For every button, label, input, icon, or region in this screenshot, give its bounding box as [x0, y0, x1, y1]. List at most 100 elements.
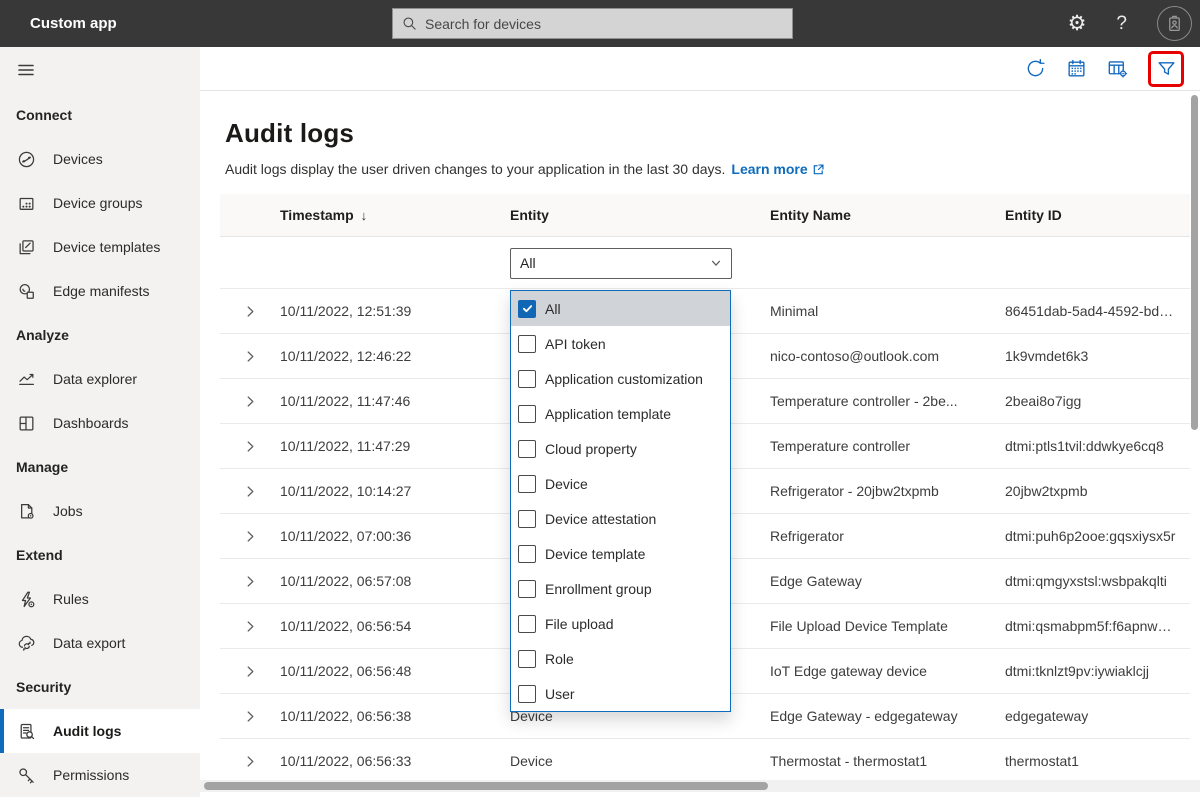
row-expand-chevron-icon[interactable] [243, 754, 258, 769]
sidebar-item-rules[interactable]: Rules [0, 577, 200, 621]
settings-gear-icon[interactable]: ⚙ [1068, 13, 1087, 34]
cell-entity-name: Refrigerator - 20jbw2txpmb [770, 483, 939, 499]
search-input[interactable] [425, 15, 783, 32]
entity-filter-dropdown: All API token Application customization App… [510, 290, 731, 712]
column-header-entity-id[interactable]: Entity ID [1005, 207, 1190, 223]
option-checkbox[interactable] [518, 334, 536, 353]
combobox-value: All [520, 255, 536, 271]
table-row[interactable]: 10/11/2022, 06:56:33 Device Thermostat - t… [220, 738, 1190, 783]
cell-timestamp: 10/11/2022, 12:46:22 [280, 348, 412, 364]
page-description: Audit logs display the user driven chang… [225, 161, 726, 177]
sidebar-item-device-groups[interactable]: Device groups [0, 181, 200, 225]
option-checkbox[interactable] [518, 474, 536, 493]
option-label: Cloud property [545, 440, 637, 457]
entity-filter-option-device-template[interactable]: Device template [511, 536, 730, 571]
row-expand-chevron-icon[interactable] [243, 484, 258, 499]
sidebar-item-jobs[interactable]: Jobs [0, 489, 200, 533]
vertical-scrollbar-thumb[interactable] [1191, 95, 1198, 430]
sidebar-item-data-explorer[interactable]: Data explorer [0, 357, 200, 401]
horizontal-scrollbar-thumb[interactable] [204, 782, 768, 790]
top-app-bar: Custom app ⚙ ? [0, 0, 1200, 47]
option-checkbox[interactable] [518, 299, 536, 318]
refresh-icon[interactable] [1023, 57, 1047, 81]
learn-more-link[interactable]: Learn more [731, 161, 807, 177]
device-groups-icon [16, 193, 36, 213]
entity-filter-option-role[interactable]: Role [511, 641, 730, 676]
page-title: Audit logs [225, 118, 355, 148]
sidebar-item-device-templates[interactable]: Device templates [0, 225, 200, 269]
cell-timestamp: 10/11/2022, 11:47:29 [280, 438, 411, 454]
table-filter-row: All All API token Application customizatio… [220, 236, 1190, 712]
row-expand-chevron-icon[interactable] [243, 439, 258, 454]
cell-entity-name: nico-contoso@outlook.com [770, 348, 940, 364]
option-label: Role [545, 650, 574, 667]
menu-hamburger-icon[interactable] [0, 47, 56, 93]
row-expand-chevron-icon[interactable] [243, 394, 258, 409]
option-checkbox[interactable] [518, 579, 536, 598]
sidebar-item-label: Devices [53, 151, 103, 167]
option-label: Device template [545, 545, 646, 562]
option-checkbox[interactable] [518, 544, 536, 563]
filter-highlight-box [1148, 50, 1184, 87]
entity-filter-option-application-template[interactable]: Application template [511, 396, 730, 431]
cell-timestamp: 10/11/2022, 06:56:54 [280, 618, 412, 634]
cell-entity-id: dtmi:qsmabpm5f:f6apnwwa... [1005, 618, 1188, 634]
avatar[interactable] [1157, 6, 1192, 41]
cell-entity-id: 86451dab-5ad4-4592-bdac-... [1005, 303, 1190, 319]
entity-filter-option-device[interactable]: Device [511, 466, 730, 501]
row-expand-chevron-icon[interactable] [243, 304, 258, 319]
entity-filter-option-all[interactable]: All [511, 291, 730, 326]
row-expand-chevron-icon[interactable] [243, 574, 258, 589]
entity-filter-combobox[interactable]: All [510, 247, 732, 279]
sidebar-item-devices[interactable]: Devices [0, 137, 200, 181]
row-expand-chevron-icon[interactable] [243, 619, 258, 634]
option-label: File upload [545, 615, 614, 632]
option-checkbox[interactable] [518, 369, 536, 388]
device-search-box[interactable] [392, 8, 793, 39]
cell-entity-id: edgegateway [1005, 708, 1089, 724]
column-header-entity-name[interactable]: Entity Name [770, 207, 1005, 223]
entity-filter-option-user[interactable]: User [511, 676, 730, 711]
cell-entity-id: 20jbw2txpmb [1005, 483, 1088, 499]
jobs-icon [16, 501, 36, 521]
column-header-timestamp[interactable]: Timestamp ↓ [280, 207, 510, 223]
option-checkbox[interactable] [518, 439, 536, 458]
sidebar-item-dashboards[interactable]: Dashboards [0, 401, 200, 445]
sidebar-item-label: Rules [53, 591, 89, 607]
cell-timestamp: 10/11/2022, 06:56:33 [280, 753, 412, 769]
rules-icon [16, 589, 36, 609]
option-label: Device attestation [545, 510, 657, 527]
entity-filter-option-application-customization[interactable]: Application customization [511, 361, 730, 396]
column-options-icon[interactable] [1105, 57, 1129, 81]
sidebar-item-permissions[interactable]: Permissions [0, 753, 200, 797]
entity-filter-option-cloud-property[interactable]: Cloud property [511, 431, 730, 466]
entity-filter-option-api-token[interactable]: API token [511, 326, 730, 361]
option-checkbox[interactable] [518, 614, 536, 633]
horizontal-scrollbar-track[interactable] [200, 780, 1200, 792]
help-icon[interactable]: ? [1112, 13, 1131, 35]
entity-filter-option-enrollment-group[interactable]: Enrollment group [511, 571, 730, 606]
cell-timestamp: 10/11/2022, 07:00:36 [280, 528, 412, 544]
entity-filter-option-file-upload[interactable]: File upload [511, 606, 730, 641]
cell-timestamp: 10/11/2022, 12:51:39 [280, 303, 412, 319]
cell-entity-id: 2beai8o7igg [1005, 393, 1082, 409]
calendar-icon[interactable] [1064, 57, 1088, 81]
cell-timestamp: 10/11/2022, 06:57:08 [280, 573, 412, 589]
sidebar-item-edge-manifests[interactable]: Edge manifests [0, 269, 200, 313]
row-expand-chevron-icon[interactable] [243, 709, 258, 724]
option-checkbox[interactable] [518, 509, 536, 528]
row-expand-chevron-icon[interactable] [243, 349, 258, 364]
column-header-label: Entity [510, 207, 549, 223]
entity-filter-option-device-attestation[interactable]: Device attestation [511, 501, 730, 536]
row-expand-chevron-icon[interactable] [243, 529, 258, 544]
column-header-entity[interactable]: Entity [510, 207, 770, 223]
option-label: All [545, 300, 561, 317]
option-checkbox[interactable] [518, 649, 536, 668]
permissions-icon [16, 765, 36, 785]
row-expand-chevron-icon[interactable] [243, 664, 258, 679]
sidebar-item-audit-logs[interactable]: Audit logs [0, 709, 200, 753]
sidebar-item-data-export[interactable]: Data export [0, 621, 200, 665]
filter-icon[interactable] [1154, 57, 1178, 81]
option-checkbox[interactable] [518, 684, 536, 703]
option-checkbox[interactable] [518, 404, 536, 423]
